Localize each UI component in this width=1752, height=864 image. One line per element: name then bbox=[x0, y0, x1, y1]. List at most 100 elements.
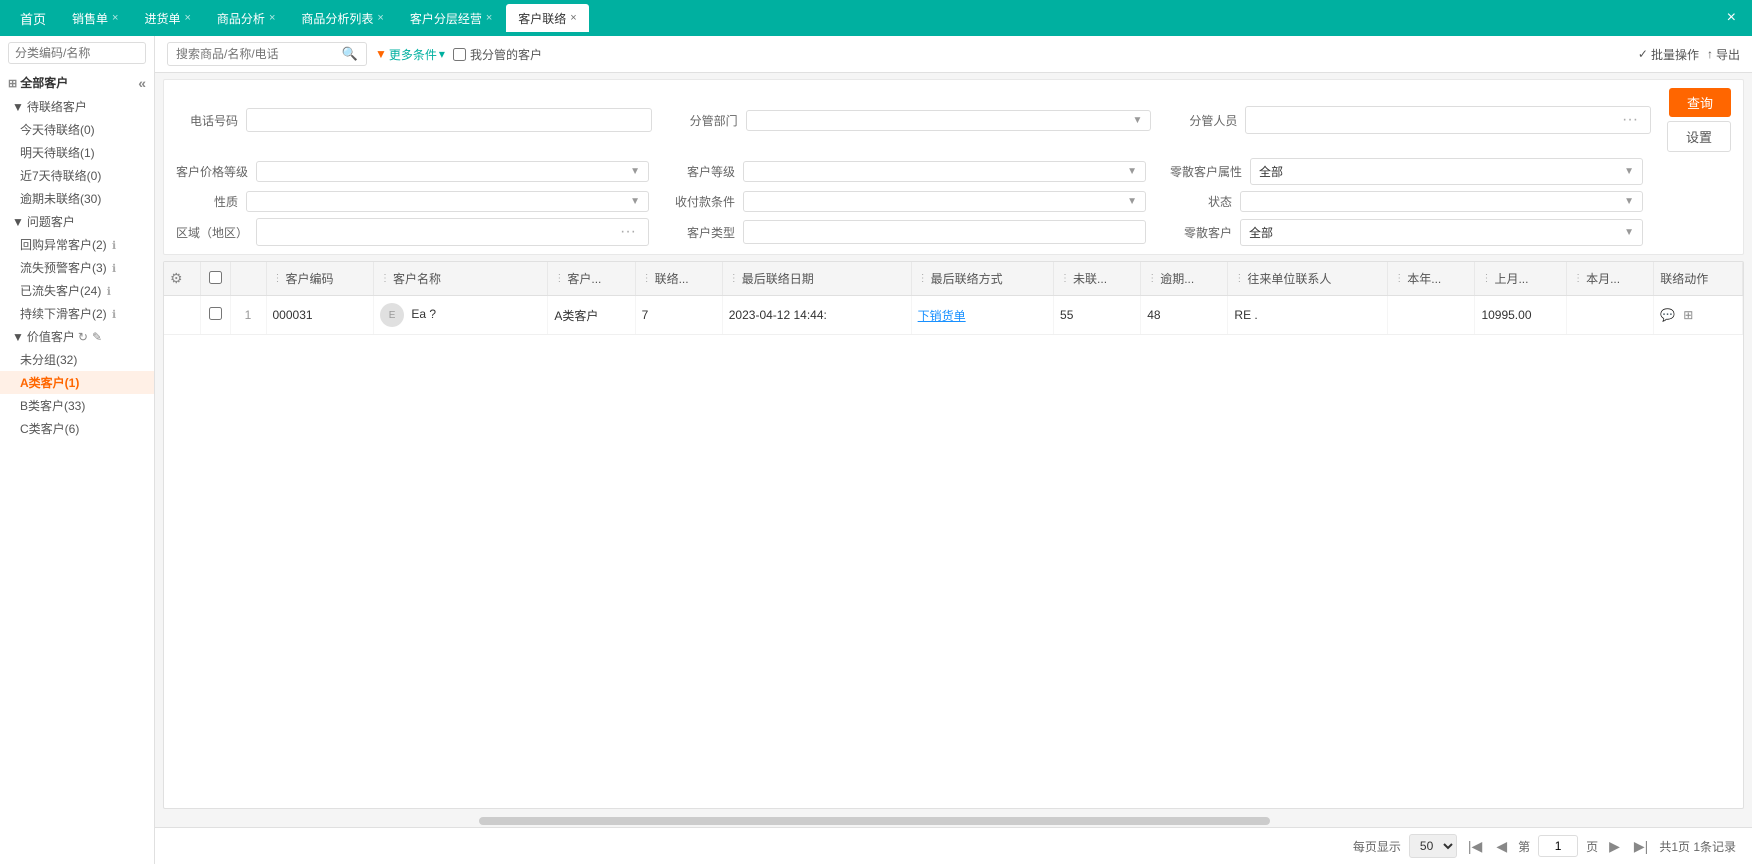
info-icon-repurchase: ℹ bbox=[112, 240, 116, 252]
manager-dots-icon[interactable]: ··· bbox=[1618, 111, 1642, 129]
col-name[interactable]: ⋮ 客户名称 bbox=[374, 262, 548, 296]
customer-avatar: E bbox=[380, 303, 404, 327]
sidebar-search-input[interactable] bbox=[15, 46, 155, 60]
sidebar-item-class-b[interactable]: B类客户(33) bbox=[0, 394, 154, 417]
col-contact[interactable]: ⋮ 联络... bbox=[635, 262, 722, 296]
tab-analysis-list[interactable]: 商品分析列表 × bbox=[289, 4, 395, 32]
sidebar-item-class-c[interactable]: C类客户(6) bbox=[0, 417, 154, 440]
search-button[interactable]: 🔍 bbox=[342, 46, 358, 62]
sidebar-item-declining[interactable]: 持续下滑客户(2) ℹ bbox=[0, 302, 154, 325]
settings-button[interactable]: 设置 bbox=[1667, 121, 1731, 152]
group-pending-contact[interactable]: ▼ 待联络客户 bbox=[0, 95, 154, 118]
window-close-button[interactable]: × bbox=[1719, 9, 1744, 27]
row-contact-cell: 7 bbox=[635, 296, 722, 335]
col-customer-type[interactable]: ⋮ 客户... bbox=[548, 262, 635, 296]
filter-retail-customer-select[interactable]: 全部 ▼ bbox=[1240, 219, 1643, 246]
col-last-month[interactable]: ⋮ 上月... bbox=[1475, 262, 1567, 296]
my-customers-checkbox[interactable] bbox=[453, 48, 466, 61]
all-customers-section[interactable]: ⊞ 全部客户 « bbox=[0, 70, 154, 95]
select-all-checkbox[interactable] bbox=[209, 271, 222, 284]
tab-purchase[interactable]: 进货单 × bbox=[132, 4, 202, 32]
customer-table-container[interactable]: ⚙ ⋮ 客户编码 bbox=[163, 261, 1744, 809]
filter-customer-level-select[interactable]: ▼ bbox=[743, 161, 1146, 182]
filter-nature-select[interactable]: ▼ bbox=[246, 191, 649, 212]
content-area: 🔍 ▼ 更多条件 ▾ 我分管的客户 ✓ 批量操作 ↑ 导出 bbox=[155, 36, 1752, 864]
filter-price-level-select[interactable]: ▼ bbox=[256, 161, 649, 182]
more-filter-button[interactable]: ▼ 更多条件 ▾ bbox=[375, 46, 445, 63]
close-sales-tab[interactable]: × bbox=[112, 12, 118, 24]
close-segment-tab[interactable]: × bbox=[486, 12, 492, 24]
col-company-contact[interactable]: ⋮ 往来单位联系人 bbox=[1228, 262, 1388, 296]
close-purchase-tab[interactable]: × bbox=[184, 12, 190, 24]
filter-region-input[interactable]: ··· bbox=[256, 218, 649, 246]
hscrollbar-thumb[interactable] bbox=[479, 817, 1270, 825]
row-this-year-cell bbox=[1388, 296, 1475, 335]
group-problem-customers[interactable]: ▼ 问题客户 bbox=[0, 210, 154, 233]
search-input[interactable] bbox=[176, 47, 338, 61]
last-page-button[interactable]: ▶| bbox=[1631, 838, 1651, 855]
sidebar-item-churn-warning[interactable]: 流失预警客户(3) ℹ bbox=[0, 256, 154, 279]
col-settings[interactable]: ⚙ bbox=[164, 262, 200, 296]
filter-manager: 分管人员 ··· bbox=[1175, 106, 1651, 134]
refresh-icon[interactable]: ↻ bbox=[78, 330, 88, 344]
filter-payment-select[interactable]: ▼ bbox=[743, 191, 1146, 212]
close-analysis-tab[interactable]: × bbox=[269, 12, 275, 24]
col-not-contacted[interactable]: ⋮ 未联... bbox=[1054, 262, 1141, 296]
filter-customer-type-input[interactable] bbox=[743, 220, 1146, 244]
filter-manager-input[interactable]: ··· bbox=[1245, 106, 1651, 134]
query-button[interactable]: 查询 bbox=[1669, 88, 1731, 117]
col-overdue[interactable]: ⋮ 逾期... bbox=[1141, 262, 1228, 296]
row-customer-type-cell: A类客户 bbox=[548, 296, 635, 335]
sidebar-item-today-pending[interactable]: 今天待联络(0) bbox=[0, 118, 154, 141]
sidebar-item-repurchase-abnormal[interactable]: 回购异常客户(2) ℹ bbox=[0, 233, 154, 256]
sidebar-item-class-a[interactable]: A类客户(1) bbox=[0, 371, 154, 394]
sidebar-collapse-button[interactable]: « bbox=[138, 75, 146, 91]
col-last-contact-date[interactable]: ⋮ 最后联络日期 bbox=[722, 262, 911, 296]
filter-customer-level: 客户等级 ▼ bbox=[673, 161, 1146, 182]
group-value-customers[interactable]: ▼ 价值客户 ↻ ✎ bbox=[0, 325, 154, 348]
next-page-button[interactable]: ▶ bbox=[1606, 838, 1623, 855]
retail-customer-arrow: ▼ bbox=[1624, 227, 1634, 238]
col-code[interactable]: ⋮ 客户编码 bbox=[266, 262, 374, 296]
sidebar-item-7days-pending[interactable]: 近7天待联络(0) bbox=[0, 164, 154, 187]
export-button[interactable]: ↑ 导出 bbox=[1707, 46, 1740, 63]
col-this-month[interactable]: ⋮ 本月... bbox=[1567, 262, 1654, 296]
page-size-select[interactable]: 50 bbox=[1409, 834, 1457, 858]
close-contact-tab[interactable]: × bbox=[570, 12, 576, 24]
sidebar-item-tomorrow-pending[interactable]: 明天待联络(1) bbox=[0, 141, 154, 164]
filter-phone-input[interactable] bbox=[246, 108, 652, 132]
tab-analysis[interactable]: 商品分析 × bbox=[205, 4, 287, 32]
page-size-label: 每页显示 bbox=[1353, 838, 1401, 855]
my-customers-checkbox-wrap[interactable]: 我分管的客户 bbox=[453, 46, 542, 63]
filter-dept-select[interactable]: ▼ bbox=[746, 110, 1152, 131]
filter-retail-attr-select[interactable]: 全部 ▼ bbox=[1250, 158, 1643, 185]
filter-row-2: 客户价格等级 ▼ 客户等级 ▼ 零散客户属性 bbox=[176, 158, 1731, 185]
batch-ops-button[interactable]: ✓ 批量操作 bbox=[1638, 46, 1699, 63]
tab-customer-contact[interactable]: 客户联络 × bbox=[506, 4, 588, 32]
row-settings-cell bbox=[164, 296, 200, 335]
tab-customer-segment[interactable]: 客户分层经营 × bbox=[398, 4, 504, 32]
row-overdue-cell: 48 bbox=[1141, 296, 1228, 335]
row-checkbox[interactable] bbox=[209, 307, 222, 320]
table-settings-icon[interactable]: ⚙ bbox=[170, 270, 183, 286]
region-dots-icon[interactable]: ··· bbox=[616, 223, 640, 241]
filter-status-select[interactable]: ▼ bbox=[1240, 191, 1643, 212]
col-last-contact-method[interactable]: ⋮ 最后联络方式 bbox=[911, 262, 1053, 296]
tab-sales[interactable]: 销售单 × bbox=[60, 4, 130, 32]
prev-page-button[interactable]: ◀ bbox=[1493, 838, 1510, 855]
last-contact-method-link[interactable]: 下销货单 bbox=[918, 309, 966, 323]
chat-icon[interactable]: 💬 bbox=[1660, 308, 1675, 322]
sidebar-item-lost[interactable]: 已流失客户(24) ℹ bbox=[0, 279, 154, 302]
action-icons: 💬 ⊞ bbox=[1660, 308, 1736, 322]
first-page-button[interactable]: |◀ bbox=[1465, 838, 1485, 855]
page-input[interactable] bbox=[1538, 835, 1578, 857]
edit-group-icon[interactable]: ✎ bbox=[92, 330, 102, 344]
sidebar-item-overdue[interactable]: 逾期未联络(30) bbox=[0, 187, 154, 210]
share-icon[interactable]: ⊞ bbox=[1683, 308, 1693, 322]
sidebar-item-unclassified[interactable]: 未分组(32) bbox=[0, 348, 154, 371]
home-tab[interactable]: 首页 bbox=[8, 9, 58, 28]
close-analysis-list-tab[interactable]: × bbox=[377, 12, 383, 24]
col-action[interactable]: 联络动作 bbox=[1654, 262, 1743, 296]
col-this-year[interactable]: ⋮ 本年... bbox=[1388, 262, 1475, 296]
filter-retail-customer: 零散客户 全部 ▼ bbox=[1170, 219, 1643, 246]
